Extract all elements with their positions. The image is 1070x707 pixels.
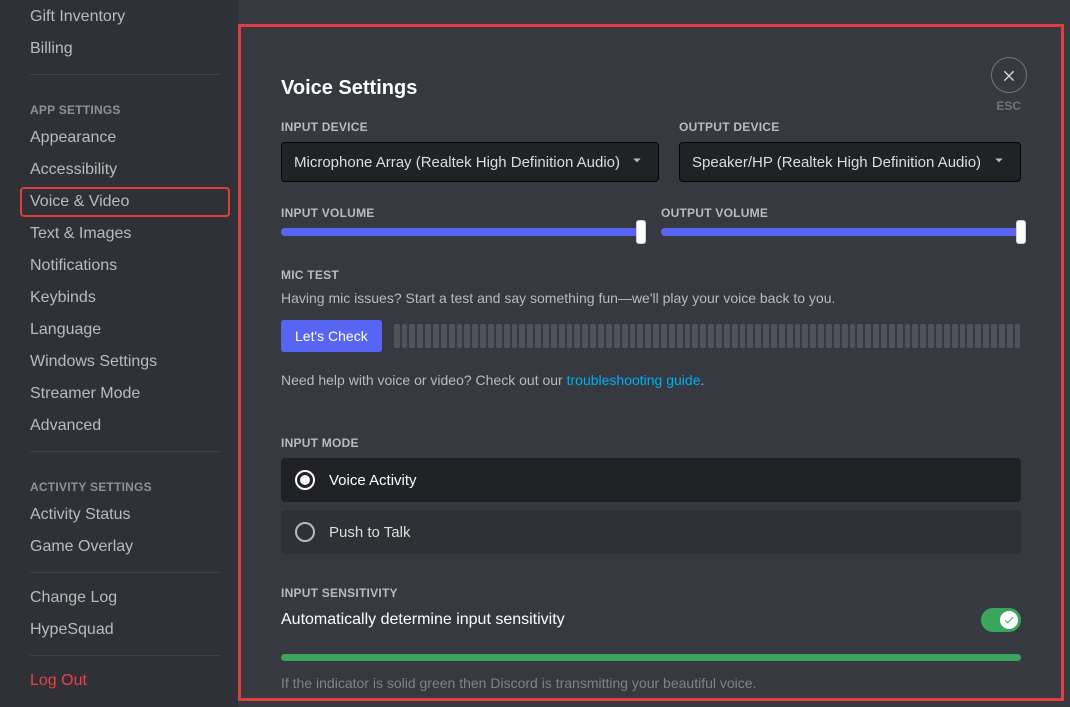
sidebar-item-game-overlay[interactable]: Game Overlay [20, 532, 230, 562]
divider [30, 572, 220, 573]
input-volume-label: INPUT VOLUME [281, 206, 641, 220]
chevron-down-icon [628, 151, 646, 173]
page-title: Voice Settings [281, 77, 1021, 100]
chevron-down-icon [990, 151, 1008, 173]
radio-selected-icon [295, 470, 315, 490]
mic-level-meter [394, 324, 1021, 348]
divider [30, 74, 220, 75]
input-volume-slider[interactable] [281, 228, 641, 236]
sidebar-item-keybinds[interactable]: Keybinds [20, 283, 230, 313]
sidebar-item-windows-settings[interactable]: Windows Settings [20, 347, 230, 377]
sidebar-item-accessibility[interactable]: Accessibility [20, 155, 230, 185]
divider [30, 451, 220, 452]
sensitivity-indicator [281, 654, 1021, 661]
input-device-dropdown[interactable]: Microphone Array (Realtek High Definitio… [281, 142, 659, 182]
sidebar-item-voice-video[interactable]: Voice & Video [20, 187, 230, 217]
output-volume-label: OUTPUT VOLUME [661, 206, 1021, 220]
mic-test-desc: Having mic issues? Start a test and say … [281, 290, 1021, 306]
mic-test-button[interactable]: Let's Check [281, 320, 382, 352]
sensitivity-note: If the indicator is solid green then Dis… [281, 675, 1021, 691]
sidebar-item-streamer-mode[interactable]: Streamer Mode [20, 379, 230, 409]
close-button[interactable] [991, 57, 1027, 93]
esc-label: ESC [996, 99, 1021, 113]
close-icon [1001, 67, 1017, 83]
sidebar: Gift Inventory Billing APP SETTINGS Appe… [0, 0, 238, 707]
sidebar-item-hypesquad[interactable]: HypeSquad [20, 615, 230, 645]
sidebar-item-gift-inventory[interactable]: Gift Inventory [20, 2, 230, 32]
radio-unselected-icon [295, 522, 315, 542]
sidebar-header-activity: ACTIVITY SETTINGS [20, 462, 230, 498]
help-text: Need help with voice or video? Check out… [281, 372, 1021, 388]
radio-label: Push to Talk [329, 524, 410, 541]
sidebar-item-language[interactable]: Language [20, 315, 230, 345]
sidebar-item-activity-status[interactable]: Activity Status [20, 500, 230, 530]
input-mode-voice-activity[interactable]: Voice Activity [281, 458, 1021, 502]
auto-sensitivity-title: Automatically determine input sensitivit… [281, 611, 565, 629]
sidebar-item-text-images[interactable]: Text & Images [20, 219, 230, 249]
check-icon [1003, 614, 1015, 626]
sidebar-item-appearance[interactable]: Appearance [20, 123, 230, 153]
divider [30, 655, 220, 656]
sidebar-item-advanced[interactable]: Advanced [20, 411, 230, 441]
auto-sensitivity-toggle[interactable] [981, 608, 1021, 632]
output-device-value: Speaker/HP (Realtek High Definition Audi… [692, 154, 982, 171]
mic-test-label: MIC TEST [281, 268, 1021, 282]
input-mode-push-to-talk[interactable]: Push to Talk [281, 510, 1021, 554]
sidebar-header-app: APP SETTINGS [20, 85, 230, 121]
sidebar-item-billing[interactable]: Billing [20, 34, 230, 64]
input-device-label: INPUT DEVICE [281, 120, 659, 134]
output-volume-slider[interactable] [661, 228, 1021, 236]
troubleshooting-link[interactable]: troubleshooting guide [567, 372, 701, 388]
radio-label: Voice Activity [329, 472, 417, 489]
content-panel: ESC Voice Settings INPUT DEVICE Micropho… [238, 24, 1064, 701]
sidebar-item-logout[interactable]: Log Out [20, 666, 230, 696]
output-device-dropdown[interactable]: Speaker/HP (Realtek High Definition Audi… [679, 142, 1021, 182]
sidebar-item-notifications[interactable]: Notifications [20, 251, 230, 281]
sidebar-item-change-log[interactable]: Change Log [20, 583, 230, 613]
input-device-value: Microphone Array (Realtek High Definitio… [294, 154, 620, 171]
input-mode-label: INPUT MODE [281, 436, 1021, 450]
input-sensitivity-label: INPUT SENSITIVITY [281, 586, 1021, 600]
output-device-label: OUTPUT DEVICE [679, 120, 1021, 134]
